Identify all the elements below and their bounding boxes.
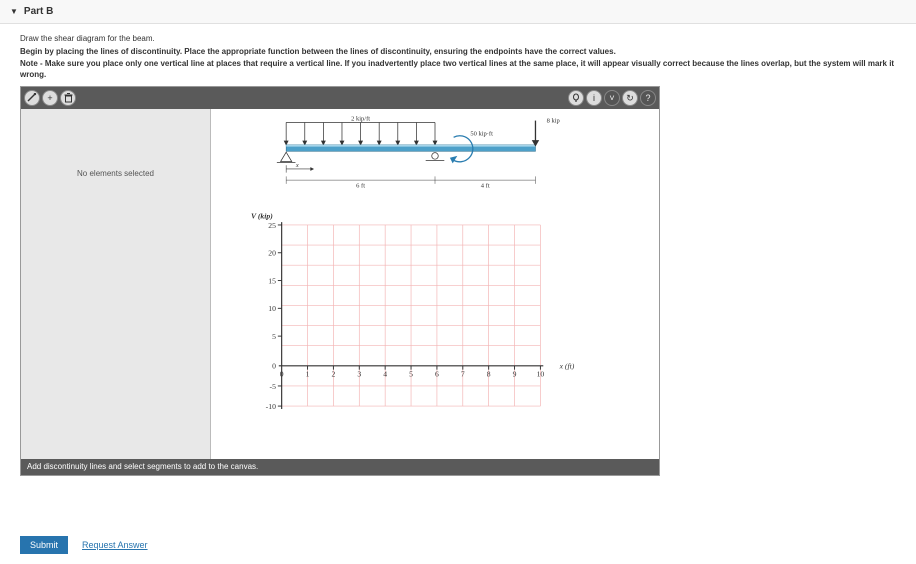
instruction-main: Draw the shear diagram for the beam. (20, 34, 896, 43)
draw-tool-button[interactable] (24, 90, 40, 106)
shear-graph[interactable]: V (kip) x (ft) (221, 201, 649, 431)
diagram-canvas[interactable]: 2 kip/ft (211, 109, 659, 459)
xtick: 0 (280, 370, 284, 379)
ytick: -5 (270, 382, 277, 391)
status-msg: Add discontinuity lines and select segme… (27, 462, 258, 471)
toolbar: + i ˅ ↻ ? (21, 87, 659, 109)
ytick: -10 (266, 402, 276, 411)
dist-load-label: 2 kip/ft (351, 116, 370, 123)
moment-label: 50 kip·ft (470, 131, 493, 138)
instruction-begin: Begin by placing the lines of discontinu… (20, 47, 896, 57)
xtick: 2 (332, 370, 336, 379)
part-title: Part B (24, 6, 53, 17)
reset-button[interactable]: ↻ (622, 90, 638, 106)
delete-tool-button[interactable] (60, 90, 76, 106)
span1-label: 6 ft (356, 183, 365, 190)
ytick: 0 (272, 362, 276, 371)
ytick: 25 (268, 221, 276, 230)
ytick: 5 (272, 332, 276, 341)
xtick: 1 (306, 370, 310, 379)
xtick: 5 (409, 370, 413, 379)
xtick: 7 (461, 370, 465, 379)
instruction-note: Note - Make sure you place only one vert… (20, 59, 896, 80)
element-sidebar: No elements selected (21, 109, 211, 459)
beam-diagram: 2 kip/ft (221, 115, 649, 195)
ytick: 20 (268, 249, 276, 258)
dropdown-button[interactable]: ˅ (604, 90, 620, 106)
request-answer-link[interactable]: Request Answer (82, 540, 148, 550)
xtick: 4 (383, 370, 387, 379)
hint-button[interactable] (568, 90, 584, 106)
point-load-label: 8 kip (547, 118, 560, 125)
xtick: 9 (513, 370, 517, 379)
x-label: x (295, 162, 299, 169)
collapse-arrow-icon: ▼ (10, 7, 18, 16)
submit-button[interactable]: Submit (20, 536, 68, 554)
xtick: 3 (357, 370, 361, 379)
sidebar-msg: No elements selected (31, 169, 200, 178)
status-bar: Add discontinuity lines and select segme… (21, 459, 659, 475)
xtick: 10 (537, 370, 545, 379)
drawing-widget: + i ˅ ↻ ? No elements selected (20, 86, 660, 476)
info-button[interactable]: i (586, 90, 602, 106)
part-header[interactable]: ▼ Part B (0, 0, 916, 24)
xtick: 8 (487, 370, 491, 379)
span2-label: 4 ft (481, 183, 490, 190)
add-tool-button[interactable]: + (42, 90, 58, 106)
ytick: 10 (268, 304, 276, 313)
ytick: 15 (268, 277, 276, 286)
xtick: 6 (435, 370, 439, 379)
help-button[interactable]: ? (640, 90, 656, 106)
x-axis-label: x (ft) (559, 362, 575, 371)
y-axis-label: V (kip) (251, 211, 273, 220)
